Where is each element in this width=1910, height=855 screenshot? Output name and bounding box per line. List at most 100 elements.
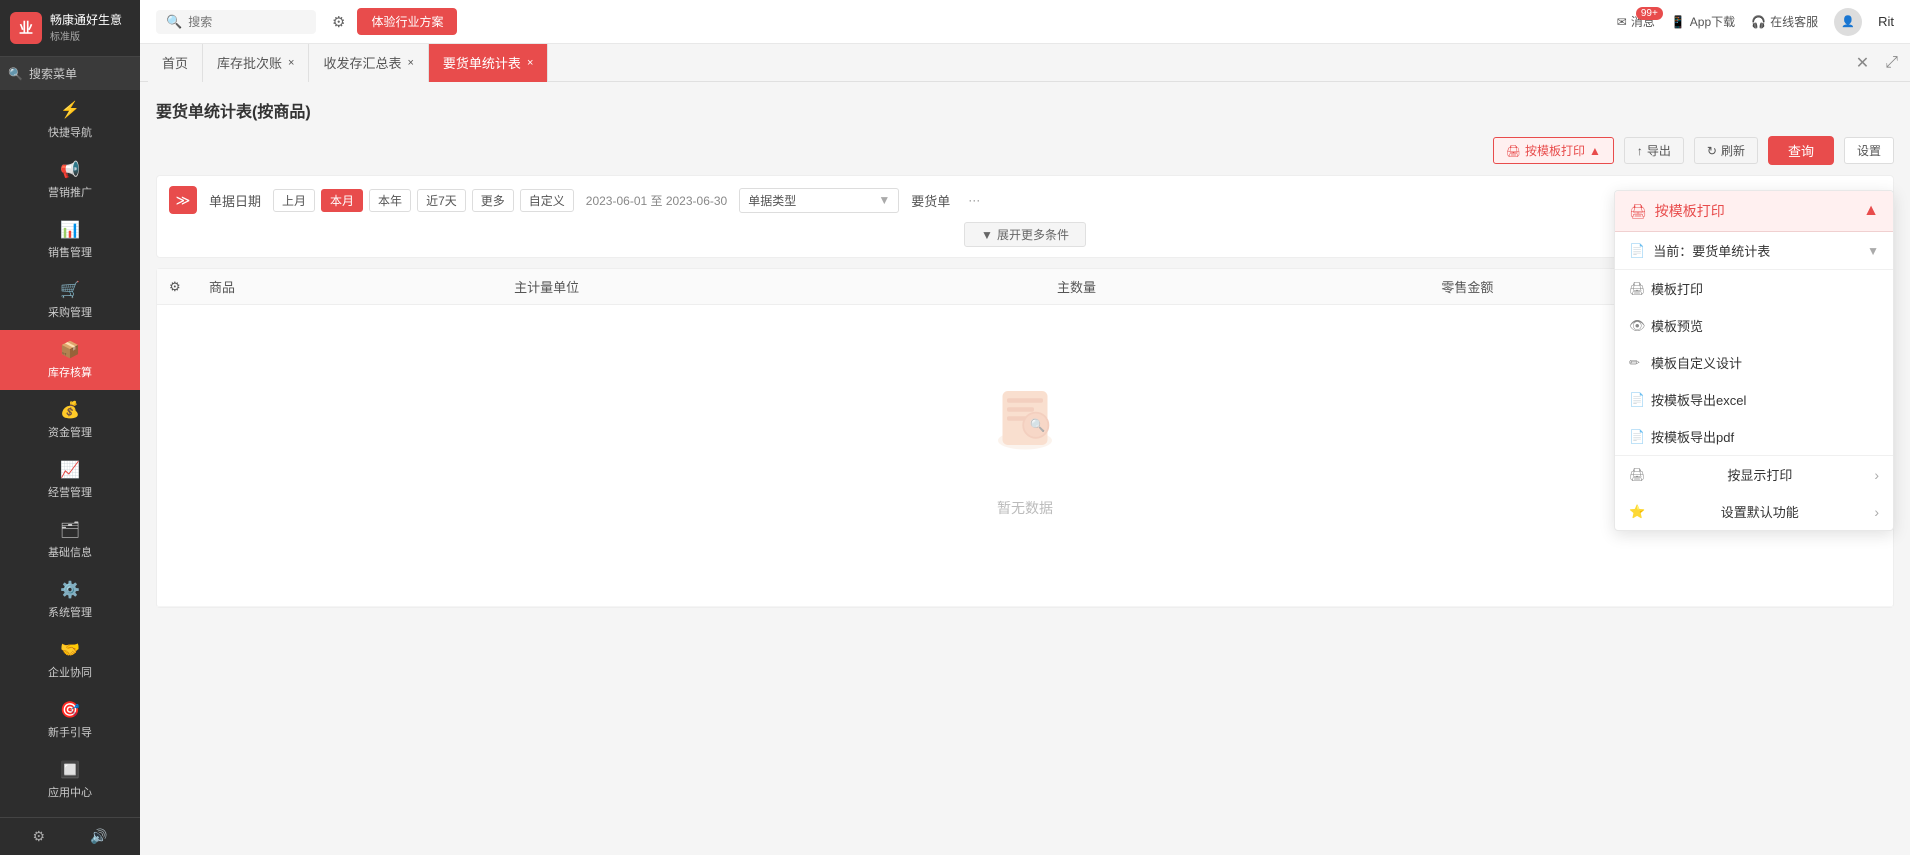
sidebar-item-inventory[interactable]: 📦 库存核算 [0,330,140,390]
more-filters-btn[interactable]: ··· [962,190,986,210]
tab-inventory-batch-close[interactable]: × [288,57,294,69]
sidebar-item-cooperation[interactable]: 🤝 企业协同 [0,630,140,690]
date-preset-this-month[interactable]: 本月 [321,189,363,212]
sidebar-item-marketing[interactable]: 📢 营销推广 [0,150,140,210]
finance-icon: 💰 [60,400,80,420]
tab-receipt-summary-close[interactable]: × [407,57,413,69]
newbie-icon: 🎯 [60,700,80,720]
sidebar-item-label: 采购管理 [48,304,92,320]
dropdown-header: 🖨 按模板打印 ▲ [1615,191,1893,232]
date-preset-7days[interactable]: 近7天 [417,189,466,212]
table-settings-icon[interactable]: ⚙ [169,279,181,294]
speaker-bottom-btn[interactable]: 🔊 [90,828,107,845]
date-preset-more[interactable]: 更多 [472,189,514,212]
online-service-btn[interactable]: 🎧 在线客服 [1751,13,1818,30]
topbar-search-container[interactable]: 🔍 [156,10,316,34]
template-excel-item-label: 按模板导出excel [1651,390,1746,409]
sidebar-search[interactable]: 🔍 搜索菜单 [0,57,140,90]
sidebar-item-label: 库存核算 [48,364,92,380]
tab-close-all-btn[interactable]: ✕ [1852,53,1873,73]
settings-gear-icon[interactable]: ⚙ [332,13,345,31]
settings-table-btn[interactable]: 设置 [1844,137,1894,164]
filter-expand-btn[interactable]: ≫ [169,186,197,214]
chevron-down-icon: ▼ [821,193,890,207]
eye-icon: 👁 [1629,318,1646,334]
refresh-icon: ↻ [1707,144,1717,158]
template-preview-item-label: 模板预览 [1651,316,1703,335]
template-print-btn[interactable]: 🖨 按模板打印 ▲ [1493,137,1614,164]
default-function-item[interactable]: ⭐ 设置默认功能 [1615,493,1893,530]
search-input[interactable] [188,15,288,29]
online-service-label: 在线客服 [1770,13,1818,30]
cooperation-icon: 🤝 [60,640,80,660]
date-preset-this-year[interactable]: 本年 [369,189,411,212]
dropdown-title: 🖨 按模板打印 [1629,201,1725,221]
page-title: 要货单统计表(按商品) [156,98,1894,122]
sidebar-item-finance[interactable]: 💰 资金管理 [0,390,140,450]
sidebar-logo: 业 畅康通好生意 标准版 [0,0,140,57]
tab-home[interactable]: 首页 [148,44,203,82]
sidebar-item-quick-nav[interactable]: ⚡ 快捷导航 [0,90,140,150]
system-icon: ⚙️ [60,580,80,600]
template-custom-menu-item[interactable]: ✏ 模板自定义设计 [1615,344,1893,381]
chevron-up-icon: ▲ [1589,144,1601,158]
template-pdf-menu-item[interactable]: 📄 按模板导出pdf [1615,418,1893,455]
sidebar-item-wechat[interactable]: 💬 企业微信 [0,810,140,817]
quick-nav-icon: ⚡ [60,100,80,120]
template-print-item-label: 模板打印 [1651,279,1703,298]
sidebar-item-sales[interactable]: 📊 销售管理 [0,210,140,270]
tab-receipt-summary[interactable]: 收发存汇总表 × [309,44,428,82]
appstore-icon: 🔲 [60,760,80,780]
date-preset-custom[interactable]: 自定义 [520,189,574,212]
expand-more-conditions-btn[interactable]: ▼ 展开更多条件 [964,222,1086,247]
tab-inventory-batch[interactable]: 库存批次账 × [203,44,309,82]
tab-order-stats[interactable]: 要货单统计表 × [429,44,548,82]
current-template-item[interactable]: 📄 当前：要货单统计表 ▼ [1615,232,1893,270]
current-template-text: 当前：要货单统计表 [1653,241,1770,260]
more-icon: ··· [968,193,980,207]
display-print-item[interactable]: 🖨 按显示打印 [1615,456,1893,493]
file-icon: 📄 [1629,243,1645,259]
date-range-text: 2023-06-01 至 2023-06-30 [586,192,727,209]
template-excel-menu-item[interactable]: 📄 按模板导出excel [1615,381,1893,418]
export-label: 导出 [1647,142,1671,159]
topbar: 🔍 ⚙ 体验行业方案 ✉ 消息 99+ 📱 App下载 🎧 在线客服 👤 Rit [140,0,1910,44]
sidebar-item-system[interactable]: ⚙️ 系统管理 [0,570,140,630]
phone-icon: 📱 [1671,15,1686,29]
export-btn[interactable]: ↑ 导出 [1624,137,1684,164]
sidebar-item-label: 基础信息 [48,544,92,560]
refresh-btn[interactable]: ↻ 刷新 [1694,137,1758,164]
user-avatar[interactable]: 👤 [1834,8,1862,36]
tab-maximize-btn[interactable]: ⤢ [1881,53,1902,73]
settings-bottom-btn[interactable]: ⚙ [33,828,46,845]
sidebar-search-label: 搜索菜单 [29,65,77,82]
topbar-right: ✉ 消息 99+ 📱 App下载 🎧 在线客服 👤 Rit [1617,8,1894,36]
messages-btn[interactable]: ✉ 消息 99+ [1617,13,1655,30]
sidebar-item-operation[interactable]: 📈 经营管理 [0,450,140,510]
date-filter-label: 单据日期 [209,191,261,210]
sidebar-item-label: 销售管理 [48,244,92,260]
sidebar-item-basic[interactable]: 🗂 基础信息 [0,510,140,570]
order-type-select[interactable]: 单据类型 ▼ [739,188,899,213]
date-preset-last-month[interactable]: 上月 [273,189,315,212]
template-preview-menu-item[interactable]: 👁 模板预览 [1615,307,1893,344]
trial-btn[interactable]: 体验行业方案 [357,8,457,35]
tab-order-stats-close[interactable]: × [527,57,533,69]
template-print-menu-item[interactable]: 🖨 模板打印 [1615,270,1893,307]
sales-icon: 📊 [60,220,80,240]
tab-expand-controls: ✕ ⤢ [1852,53,1902,73]
sidebar-item-label: 企业协同 [48,664,92,680]
app-download-label: App下载 [1690,13,1735,30]
sidebar-item-label: 营销推广 [48,184,92,200]
logo-icon: 业 [10,12,42,44]
query-btn[interactable]: 查询 [1768,136,1834,165]
sidebar-item-appstore[interactable]: 🔲 应用中心 [0,750,140,810]
sidebar-item-purchase[interactable]: 🛒 采购管理 [0,270,140,330]
excel-icon: 📄 [1629,392,1645,408]
avatar-initials: 👤 [1841,15,1855,28]
dropdown-close-btn[interactable]: ▲ [1863,202,1879,220]
sidebar-item-newbie[interactable]: 🎯 新手引导 [0,690,140,750]
printer-icon: 🖨 [1506,144,1521,158]
app-download-btn[interactable]: 📱 App下载 [1671,13,1735,30]
tab-receipt-summary-label: 收发存汇总表 [323,53,401,72]
